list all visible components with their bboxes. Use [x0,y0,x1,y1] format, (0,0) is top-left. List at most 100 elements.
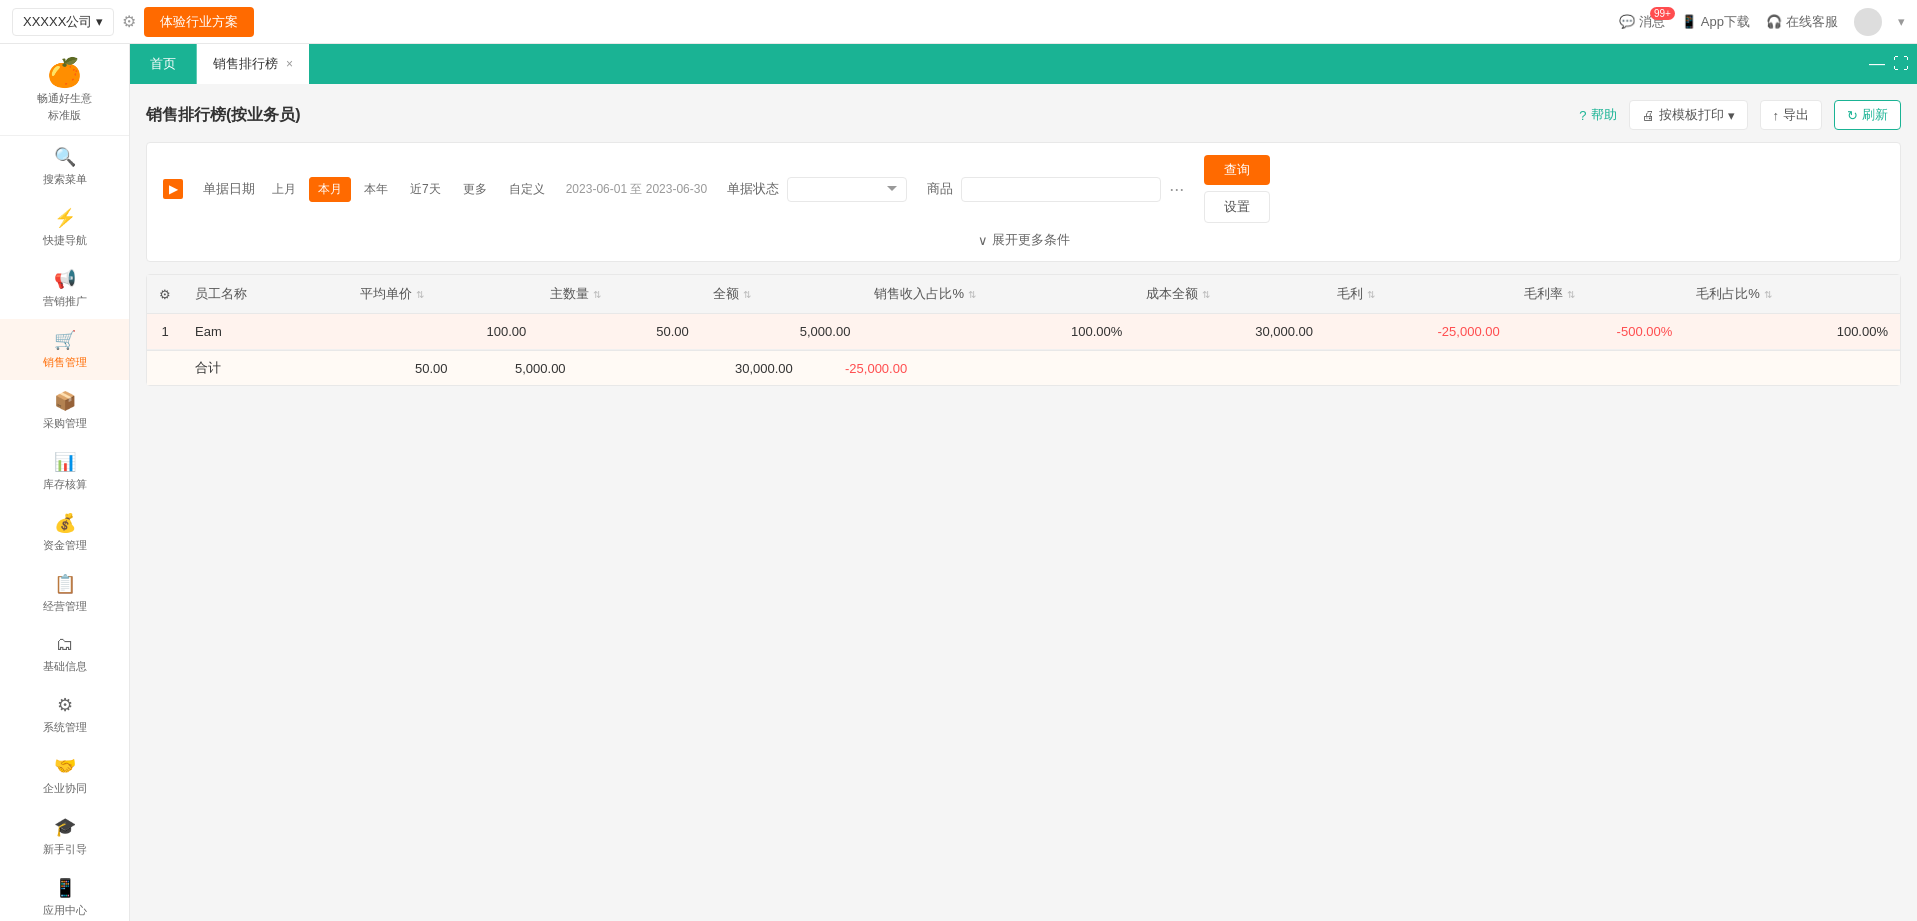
enterprise-icon: 🤝 [54,755,76,777]
refresh-button[interactable]: ↻ 刷新 [1834,100,1901,130]
notification-badge: 99+ [1650,7,1675,20]
online-support-button[interactable]: 🎧 在线客服 [1766,13,1838,31]
date-filter-label: 单据日期 [203,180,255,198]
tab-sales-ranking[interactable]: 销售排行榜 × [197,44,309,84]
status-filter: 单据状态 [727,177,907,202]
help-link[interactable]: ? 帮助 [1579,106,1616,124]
expand-down-icon: ∨ [978,233,988,248]
avatar[interactable] [1854,8,1882,36]
date-tab-近7天[interactable]: 近7天 [401,177,450,202]
status-filter-label: 单据状态 [727,180,779,198]
bell-icon: 💬 [1619,14,1635,29]
sidebar-item-search-menu[interactable]: 🔍 搜索菜单 [0,136,129,197]
filter-top-row: ▶ 单据日期 上月本月本年近7天更多自定义 2023-06-01 至 2023-… [163,155,1884,223]
sort-icon: ⇅ [1202,289,1210,300]
content-area: 首页 销售排行榜 × — ⛶ 销售排行榜(按业务员) ? 帮助 [130,44,1917,921]
sidebar-item-app-center[interactable]: 📱 应用中心 [0,867,129,921]
company-selector[interactable]: XXXXX公司 ▾ [12,8,114,36]
column-settings-icon[interactable]: ⚙ [159,287,171,302]
sort-icon: ⇅ [968,289,976,300]
page-content: 销售排行榜(按业务员) ? 帮助 🖨 按模板打印 ▾ ↑ [130,84,1917,921]
app-download-button[interactable]: 📱 App下载 [1681,13,1750,31]
app-center-label: 应用中心 [43,903,87,918]
tab-bar-actions: — ⛶ [1869,55,1917,73]
sidebar-item-marketing[interactable]: 📢 营销推广 [0,258,129,319]
marketing-icon: 📢 [54,268,76,290]
export-icon: ↑ [1773,108,1780,123]
filter-section: ▶ 单据日期 上月本月本年近7天更多自定义 2023-06-01 至 2023-… [146,142,1901,262]
cell-rank: 1 [147,314,183,350]
sidebar-item-purchase[interactable]: 📦 采购管理 [0,380,129,441]
th-amount: 全额⇅ [701,275,863,314]
total-row: 合计 50.00 5,000.00 30,000.00 -25,000.00 [147,351,1900,385]
goods-input[interactable] [961,177,1161,202]
date-tab-上月[interactable]: 上月 [263,177,305,202]
date-tab-本年[interactable]: 本年 [355,177,397,202]
sort-icon: ⇅ [1764,289,1772,300]
setting-button[interactable]: 设置 [1204,191,1270,223]
th-gross_pct: 毛利占比%⇅ [1684,275,1900,314]
total-gross-rate [943,351,1053,385]
basic-info-icon: 🗂 [56,634,74,655]
query-button[interactable]: 查询 [1204,155,1270,185]
cell-sales-pct: 100.00% [862,314,1134,350]
expand-more-button[interactable]: ∨ 展开更多条件 [163,231,1884,249]
cell-gross: -25,000.00 [1325,314,1512,350]
sidebar-item-operation[interactable]: 📋 经营管理 [0,563,129,624]
sidebar-item-enterprise[interactable]: 🤝 企业协同 [0,745,129,806]
sales-icon: 🛒 [54,329,76,351]
tab-maximize-button[interactable]: ⛶ [1893,55,1909,73]
top-bar-right: 💬 消息 99+ 📱 App下载 🎧 在线客服 ▾ [1619,8,1905,36]
date-tab-自定义[interactable]: 自定义 [500,177,554,202]
table-header: ⚙员工名称平均单价⇅主数量⇅全额⇅销售收入占比%⇅成本全额⇅毛利⇅毛利率⇅毛利占… [147,275,1900,314]
operation-icon: 📋 [54,573,76,595]
chevron-down-icon: ▾ [96,14,103,29]
sidebar-item-guide[interactable]: 🎓 新手引导 [0,806,129,867]
filter-expand-arrow[interactable]: ▶ [163,179,183,199]
print-chevron-icon: ▾ [1728,108,1735,123]
date-tab-更多[interactable]: 更多 [454,177,496,202]
date-range-text: 2023-06-01 至 2023-06-30 [566,181,707,198]
total-avg-price [303,351,403,385]
sidebar-item-sales[interactable]: 🛒 销售管理 [0,319,129,380]
sidebar-item-system[interactable]: ⚙ 系统管理 [0,684,129,745]
settings-icon[interactable]: ⚙ [122,12,136,31]
main-layout: 🍊 畅通好生意 标准版 🔍 搜索菜单 ⚡ 快捷导航 📢 营销推广 🛒 销售管理 … [0,44,1917,921]
cell-cost: 30,000.00 [1134,314,1325,350]
notification-button[interactable]: 💬 消息 99+ [1619,13,1665,31]
purchase-icon: 📦 [54,390,76,412]
tab-home[interactable]: 首页 [130,44,197,84]
sales-label: 销售管理 [43,355,87,370]
tab-bar: 首页 销售排行榜 × — ⛶ [130,44,1917,84]
th-sales_pct: 销售收入占比%⇅ [862,275,1134,314]
more-dots[interactable]: ··· [1169,179,1184,200]
th-gross_rate: 毛利率⇅ [1512,275,1685,314]
sidebar-item-finance[interactable]: 💰 资金管理 [0,502,129,563]
cell-amount: 5,000.00 [701,314,863,350]
cell-avg-price: 100.00 [348,314,539,350]
trial-button[interactable]: 体验行业方案 [144,7,254,37]
inventory-label: 库存核算 [43,477,87,492]
sidebar-item-quick-nav[interactable]: ⚡ 快捷导航 [0,197,129,258]
print-button[interactable]: 🖨 按模板打印 ▾ [1629,100,1748,130]
table-row: 1Eam100.0050.005,000.00100.00%30,000.00-… [147,314,1900,350]
date-tab-本月[interactable]: 本月 [309,177,351,202]
purchase-label: 采购管理 [43,416,87,431]
sidebar-item-basic-info[interactable]: 🗂 基础信息 [0,624,129,684]
export-button[interactable]: ↑ 导出 [1760,100,1823,130]
top-bar: XXXXX公司 ▾ ⚙ 体验行业方案 💬 消息 99+ 📱 App下载 🎧 在线… [0,0,1917,44]
logo-icon: 🍊 [47,56,82,89]
sidebar-logo: 🍊 畅通好生意 标准版 [0,44,129,136]
table-body: 1Eam100.0050.005,000.00100.00%30,000.00-… [147,314,1900,350]
sidebar-item-inventory[interactable]: 📊 库存核算 [0,441,129,502]
guide-icon: 🎓 [54,816,76,838]
top-bar-left: XXXXX公司 ▾ ⚙ 体验行业方案 [12,7,254,37]
total-empty-1 [147,351,183,385]
system-label: 系统管理 [43,720,87,735]
tab-minimize-button[interactable]: — [1869,55,1885,73]
tab-close-icon[interactable]: × [286,57,293,71]
status-select[interactable] [787,177,907,202]
th-cost: 成本全额⇅ [1134,275,1325,314]
help-icon: ? [1579,108,1586,123]
inventory-icon: 📊 [54,451,76,473]
